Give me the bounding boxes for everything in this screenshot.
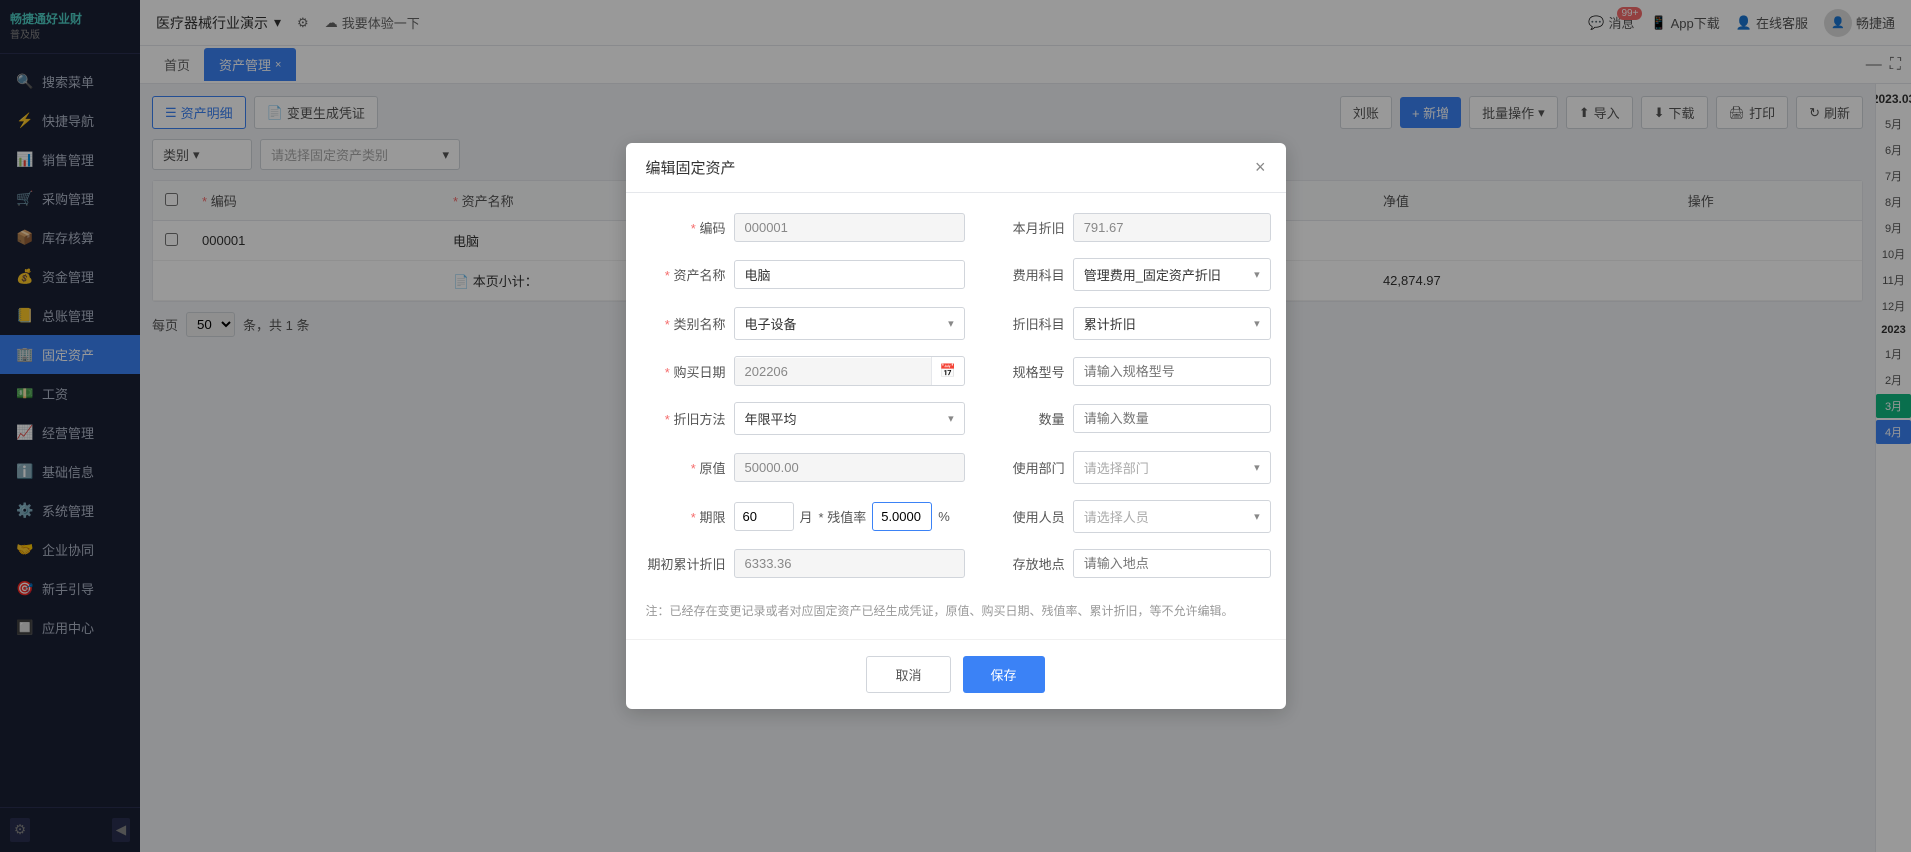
form-row-person: 使用人员 请选择人员 ▾ [985, 500, 1271, 533]
form-row-quantity: 数量 [985, 402, 1271, 435]
purchase-date-label: * 购买日期 [646, 362, 726, 381]
modal-close-button[interactable]: × [1255, 157, 1266, 178]
dep-subject-select[interactable]: 累计折旧 ▾ [1073, 307, 1271, 340]
expense-subject-value: 管理费用_固定资产折旧 [1084, 265, 1250, 284]
category-label: * 类别名称 [646, 314, 726, 333]
location-label: 存放地点 [985, 554, 1065, 573]
code-label: * 编码 [646, 218, 726, 237]
purchase-date-input[interactable] [735, 358, 931, 385]
form-row-expense-subject: 费用科目 管理费用_固定资产折旧 ▾ [985, 258, 1271, 291]
form-row-accumulated-dep: 期初累计折旧 [646, 549, 965, 578]
edit-asset-modal: 编辑固定资产 × * 编码 本月折旧 [626, 143, 1286, 709]
save-button[interactable]: 保存 [963, 656, 1045, 693]
form-grid: * 编码 本月折旧 * 资产名称 费用科 [646, 213, 1266, 619]
person-placeholder: 请选择人员 [1084, 507, 1250, 526]
quantity-input[interactable] [1073, 404, 1271, 433]
department-placeholder: 请选择部门 [1084, 458, 1250, 477]
location-input[interactable] [1073, 549, 1271, 578]
spec-label: 规格型号 [985, 362, 1065, 381]
residual-rate-unit: % [938, 509, 950, 524]
expense-subject-label: 费用科目 [985, 265, 1065, 284]
chevron-down-icon: ▾ [948, 317, 954, 330]
residual-rate-label: * 残值率 [819, 507, 867, 526]
form-row-original-value: * 原值 [646, 451, 965, 484]
form-row-category: * 类别名称 电子设备 ▾ [646, 307, 965, 340]
accumulated-dep-label: 期初累计折旧 [646, 554, 726, 573]
person-select[interactable]: 请选择人员 ▾ [1073, 500, 1271, 533]
expense-subject-select[interactable]: 管理费用_固定资产折旧 ▾ [1073, 258, 1271, 291]
purchase-date-field[interactable]: 📅 [734, 356, 965, 386]
dep-subject-value: 累计折旧 [1084, 314, 1250, 333]
category-select[interactable]: 电子设备 ▾ [734, 307, 965, 340]
department-label: 使用部门 [985, 458, 1065, 477]
original-value-label: * 原值 [646, 458, 726, 477]
name-label: * 资产名称 [646, 265, 726, 284]
chevron-down-icon: ▾ [1254, 510, 1260, 523]
calendar-icon[interactable]: 📅 [931, 357, 964, 385]
spec-input[interactable] [1073, 357, 1271, 386]
modal-body: * 编码 本月折旧 * 资产名称 费用科 [626, 193, 1286, 639]
dep-method-value: 年限平均 [745, 409, 945, 428]
department-select[interactable]: 请选择部门 ▾ [1073, 451, 1271, 484]
form-row-dep-subject: 折旧科目 累计折旧 ▾ [985, 307, 1271, 340]
period-input [734, 502, 794, 531]
modal-overlay: 编辑固定资产 × * 编码 本月折旧 [0, 0, 1911, 852]
modal-footer: 取消 保存 [626, 639, 1286, 709]
dep-subject-label: 折旧科目 [985, 314, 1065, 333]
code-input[interactable] [734, 213, 965, 242]
period-group: 月 * 残值率 % [734, 502, 965, 531]
period-label: * 期限 [646, 507, 726, 526]
original-value-input [734, 453, 965, 482]
form-row-spec: 规格型号 [985, 356, 1271, 386]
modal-title: 编辑固定资产 [646, 157, 736, 178]
form-row-name: * 资产名称 [646, 258, 965, 291]
chevron-down-icon: ▾ [1254, 268, 1260, 281]
form-row-code: * 编码 [646, 213, 965, 242]
name-input[interactable] [734, 260, 965, 289]
chevron-down-icon: ▾ [1254, 461, 1260, 474]
form-row-period: * 期限 月 * 残值率 % [646, 500, 965, 533]
residual-rate-input [872, 502, 932, 531]
chevron-down-icon: ▾ [1254, 317, 1260, 330]
period-unit: 月 [800, 507, 813, 526]
form-row-purchase-date: * 购买日期 📅 [646, 356, 965, 386]
form-row-department: 使用部门 请选择部门 ▾ [985, 451, 1271, 484]
cancel-button[interactable]: 取消 [866, 656, 950, 693]
form-row-dep-method: * 折旧方法 年限平均 ▾ [646, 402, 965, 435]
form-row-monthly-dep: 本月折旧 [985, 213, 1271, 242]
person-label: 使用人员 [985, 507, 1065, 526]
accumulated-dep-input [734, 549, 965, 578]
dep-method-label: * 折旧方法 [646, 409, 726, 428]
modal-header: 编辑固定资产 × [626, 143, 1286, 193]
dep-method-select[interactable]: 年限平均 ▾ [734, 402, 965, 435]
quantity-label: 数量 [985, 409, 1065, 428]
category-value: 电子设备 [745, 314, 945, 333]
monthly-dep-input [1073, 213, 1271, 242]
form-note: 注：已经存在变更记录或者对应固定资产已经生成凭证，原值、购买日期、残值率、累计折… [646, 602, 1271, 619]
form-row-location: 存放地点 [985, 549, 1271, 578]
monthly-dep-label: 本月折旧 [985, 218, 1065, 237]
chevron-down-icon: ▾ [948, 412, 954, 425]
